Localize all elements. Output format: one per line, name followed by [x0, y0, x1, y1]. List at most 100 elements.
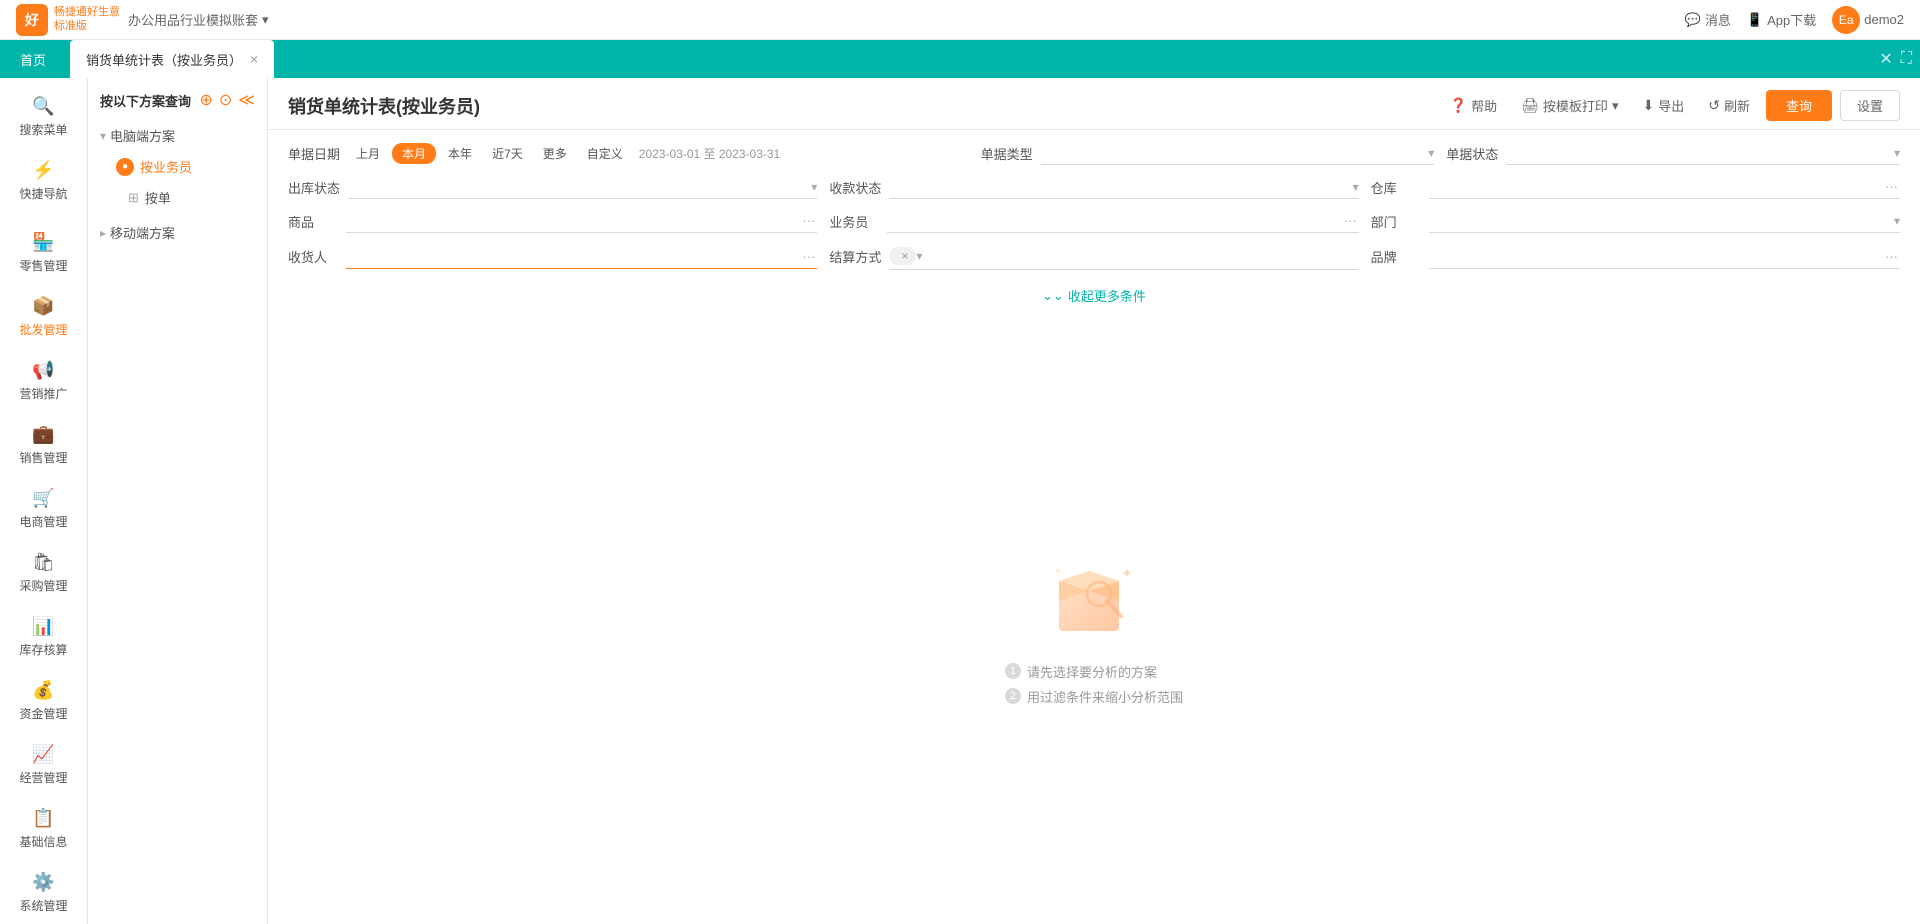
empty-illustration: ✦ ✦	[1039, 536, 1149, 646]
export-icon: ⬇	[1642, 97, 1654, 114]
filter-item-ship-status: 出库状态	[288, 176, 817, 199]
export-button[interactable]: ⬇ 导出	[1634, 92, 1692, 119]
app-download-button[interactable]: 📱 App下载	[1747, 10, 1816, 29]
quick-nav-icon: ⚡	[32, 160, 54, 181]
scheme-add-button[interactable]: ⊕	[199, 90, 212, 110]
date-btn-more[interactable]: 更多	[535, 143, 575, 164]
print-icon: 🖨	[1521, 97, 1539, 114]
scheme-header: 按以下方案查询 ⊕ ⊙ ≪	[88, 86, 267, 118]
chevron-down-icon: ▾	[100, 129, 106, 143]
page-header: 销货单统计表(按业务员) ❓ 帮助 🖨 按模板打印 ▾ ⬇	[268, 78, 1920, 130]
receiver-control[interactable]: ···	[346, 245, 817, 269]
salesperson-dots[interactable]: ···	[1344, 213, 1357, 228]
settlement-tag: ×	[889, 247, 916, 265]
message-button[interactable]: 💬 消息	[1685, 10, 1731, 29]
breadcrumb[interactable]: 办公用品行业模拟账套 ▾	[128, 10, 269, 29]
scheme-item-by-salesperson[interactable]: ● 按业务员	[88, 151, 267, 182]
marketing-icon: 📢	[32, 360, 54, 381]
svg-text:✦: ✦	[1121, 565, 1133, 581]
sidebar-item-operations[interactable]: 📈 经营管理	[4, 734, 84, 796]
nav-quick-nav[interactable]: ⚡ 快捷导航	[4, 150, 84, 212]
logo-area[interactable]: 好 畅捷通好生意 标准版	[16, 4, 120, 36]
user-menu[interactable]: Ea demo2	[1832, 6, 1904, 34]
sales-icon: 💼	[32, 424, 54, 445]
sidebar-item-retail[interactable]: 🏪 零售管理	[4, 222, 84, 284]
topbar-left: 好 畅捷通好生意 标准版 办公用品行业模拟账套 ▾	[16, 4, 269, 36]
tab-active[interactable]: 销货单统计表（按业务员） ×	[70, 40, 274, 78]
sidebar-item-inventory[interactable]: 📊 库存核算	[4, 606, 84, 668]
product-control[interactable]: ···	[346, 209, 817, 233]
filter-row-2: 出库状态 收款状态 仓库	[288, 175, 1900, 199]
page-title-row: 销货单统计表(按业务员) ❓ 帮助 🖨 按模板打印 ▾ ⬇	[288, 90, 1900, 129]
chevron-down-icon	[1353, 180, 1359, 194]
scheme-collapse-button[interactable]: ≪	[238, 90, 255, 110]
scheme-panel: 按以下方案查询 ⊕ ⊙ ≪ ▾ 电脑端方案 ● 按业务员 ⊞	[88, 78, 268, 924]
avatar: Ea	[1832, 6, 1860, 34]
query-button[interactable]: 查询	[1766, 90, 1832, 121]
maximize-icon[interactable]: ⛶	[1901, 50, 1912, 68]
sidebar-item-basic[interactable]: 📋 基础信息	[4, 798, 84, 860]
sidebar-item-finance[interactable]: 💰 资金管理	[4, 670, 84, 732]
warehouse-dots[interactable]: ···	[1885, 179, 1898, 194]
filter-item-receiver: 收货人 ···	[288, 245, 817, 269]
close-window-icon[interactable]: ✕	[1879, 49, 1892, 69]
scheme-settings-button[interactable]: ⊙	[219, 90, 232, 110]
basic-icon: 📋	[32, 808, 54, 829]
sidebar-item-system[interactable]: ⚙️ 系统管理	[4, 862, 84, 924]
tab-close-icon[interactable]: ×	[250, 51, 258, 67]
wholesale-icon: 📦	[32, 296, 54, 317]
filter-area: 单据日期 上月 本月 本年 近7天 更多 自定义 2023-03-01 至 20…	[268, 130, 1920, 323]
chevron-down-icon	[1894, 146, 1900, 160]
tab-home[interactable]: 首页	[0, 40, 66, 78]
topbar-right: 💬 消息 📱 App下载 Ea demo2	[1685, 6, 1904, 34]
chevron-down-icon	[1428, 146, 1434, 160]
print-arrow: ▾	[1612, 98, 1619, 114]
retail-icon: 🏪	[32, 232, 54, 253]
refresh-icon: ↺	[1708, 97, 1720, 114]
setting-button[interactable]: 设置	[1840, 90, 1900, 121]
sidebar-item-wholesale[interactable]: 📦 批发管理	[4, 286, 84, 348]
product-dots[interactable]: ···	[802, 213, 815, 228]
scheme-subitem-by-order[interactable]: ⊞ 按单	[88, 182, 267, 213]
nav-search-menu[interactable]: 🔍 搜索菜单	[4, 86, 84, 148]
ship-status-control[interactable]	[348, 176, 817, 199]
receiver-dots[interactable]: ···	[802, 249, 815, 264]
sidebar-item-marketing[interactable]: 📢 营销推广	[4, 350, 84, 412]
scheme-group-desktop-header[interactable]: ▾ 电脑端方案	[88, 120, 267, 151]
date-btn-this-month[interactable]: 本月	[392, 143, 436, 164]
sidebar-item-sales[interactable]: 💼 销售管理	[4, 414, 84, 476]
refresh-button[interactable]: ↺ 刷新	[1700, 92, 1758, 119]
brand-dots[interactable]: ···	[1885, 249, 1898, 264]
left-nav: 🔍 搜索菜单 ⚡ 快捷导航 🏪 零售管理 📦 批发管理 📢 营销推广 💼 销售管…	[0, 78, 88, 924]
collapse-more-button[interactable]: 收起更多条件	[288, 280, 1900, 311]
date-btn-last-7[interactable]: 近7天	[484, 143, 531, 164]
scheme-group-mobile-header[interactable]: ▸ 移动端方案	[88, 217, 267, 248]
doc-type-control[interactable]	[1041, 142, 1435, 165]
sidebar-item-ecommerce[interactable]: 🛒 电商管理	[4, 478, 84, 540]
date-btn-custom[interactable]: 自定义	[579, 143, 631, 164]
page-actions: ❓ 帮助 🖨 按模板打印 ▾ ⬇ 导出 ↺	[1442, 90, 1900, 121]
sidebar-item-purchase[interactable]: 🛍 采购管理	[4, 542, 84, 604]
settlement-tag-close[interactable]: ×	[901, 249, 908, 263]
doc-status-control[interactable]	[1506, 142, 1900, 165]
filter-row-3: 商品 ··· 业务员 ··· 部门	[288, 209, 1900, 233]
print-button[interactable]: 🖨 按模板打印 ▾	[1513, 92, 1626, 119]
department-control[interactable]	[1429, 210, 1900, 233]
active-dot: ●	[116, 158, 134, 176]
brand-control[interactable]: ···	[1429, 245, 1900, 269]
help-button[interactable]: ❓ 帮助	[1442, 92, 1505, 119]
ecommerce-icon: 🛒	[32, 488, 54, 509]
filter-row-4: 收货人 ··· 结算方式 ×	[288, 243, 1900, 270]
date-btn-this-year[interactable]: 本年	[440, 143, 480, 164]
finance-icon: 💰	[32, 680, 54, 701]
content-body: ✦ ✦ 1 请先选择要分析的方案 2 用过滤条件来缩小分析范围	[268, 323, 1920, 924]
main-content: 销货单统计表(按业务员) ❓ 帮助 🖨 按模板打印 ▾ ⬇	[268, 78, 1920, 924]
salesperson-control[interactable]: ···	[887, 209, 1358, 233]
receipt-status-control[interactable]	[889, 176, 1358, 199]
date-btn-last-month[interactable]: 上月	[348, 143, 388, 164]
filter-item-receipt-status: 收款状态	[829, 176, 1358, 199]
logo-icon: 好	[16, 4, 48, 36]
settlement-control[interactable]: ×	[889, 243, 1358, 270]
warehouse-control[interactable]: ···	[1429, 175, 1900, 199]
operations-icon: 📈	[32, 744, 54, 765]
